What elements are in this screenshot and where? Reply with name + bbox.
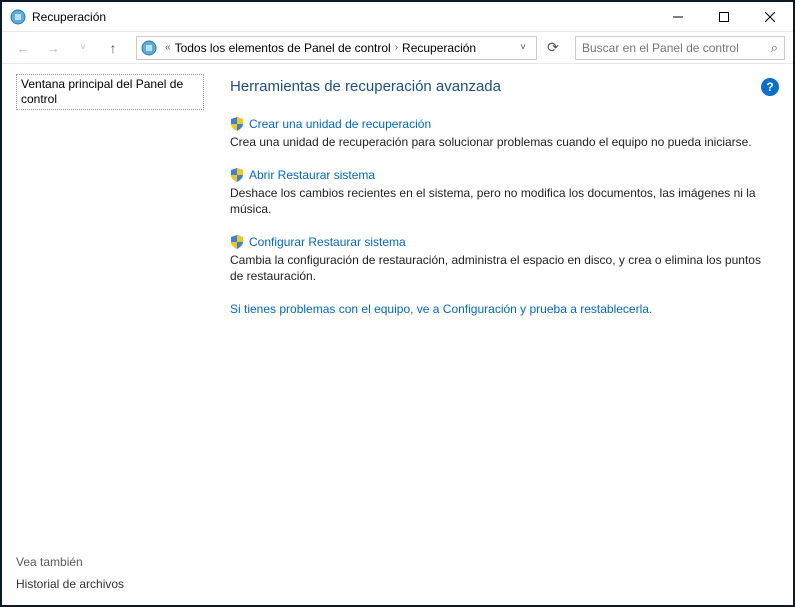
chevron-left-icon[interactable]: « bbox=[161, 42, 175, 53]
recent-locations-dropdown[interactable]: ˅ bbox=[70, 35, 96, 61]
help-button[interactable]: ? bbox=[761, 78, 779, 96]
minimize-button[interactable] bbox=[655, 2, 701, 31]
task-link-label: Configurar Restaurar sistema bbox=[249, 235, 406, 249]
search-input[interactable] bbox=[582, 41, 771, 55]
task-desc: Cambia la configuración de restauración,… bbox=[230, 252, 769, 284]
task-desc: Deshace los cambios recientes en el sist… bbox=[230, 185, 769, 217]
search-icon[interactable]: ⌕ bbox=[771, 40, 778, 56]
address-dropdown-icon[interactable]: ˅ bbox=[514, 42, 532, 53]
refresh-button[interactable]: ⟳ bbox=[541, 36, 565, 60]
address-bar[interactable]: « Todos los elementos de Panel de contro… bbox=[136, 36, 537, 60]
task-open-system-restore: Abrir Restaurar sistema Deshace los camb… bbox=[230, 168, 769, 217]
see-also-label: Vea también bbox=[16, 555, 204, 569]
control-panel-icon bbox=[141, 40, 157, 56]
page-heading: Herramientas de recuperación avanzada bbox=[230, 78, 769, 95]
task-link-create-recovery-drive[interactable]: Crear una unidad de recuperación bbox=[230, 117, 431, 131]
see-also-file-history[interactable]: Historial de archivos bbox=[16, 577, 204, 591]
task-link-label: Crear una unidad de recuperación bbox=[249, 117, 431, 131]
toolbar: ← → ˅ ↑ « Todos los elementos de Panel d… bbox=[2, 32, 793, 64]
shield-icon bbox=[230, 168, 244, 182]
task-link-label: Abrir Restaurar sistema bbox=[249, 168, 375, 182]
forward-button[interactable]: → bbox=[40, 35, 66, 61]
up-button[interactable]: ↑ bbox=[100, 35, 126, 61]
search-box[interactable]: ⌕ bbox=[575, 36, 785, 60]
shield-icon bbox=[230, 117, 244, 131]
main-panel: ? Herramientas de recuperación avanzada … bbox=[212, 64, 793, 605]
content-area: Ventana principal del Panel de control V… bbox=[2, 64, 793, 605]
maximize-button[interactable] bbox=[701, 2, 747, 31]
task-link-configure-system-restore[interactable]: Configurar Restaurar sistema bbox=[230, 235, 406, 249]
task-create-recovery-drive: Crear una unidad de recuperación Crea un… bbox=[230, 117, 769, 150]
control-panel-icon bbox=[10, 9, 26, 25]
chevron-right-icon[interactable]: › bbox=[391, 42, 402, 53]
window-controls bbox=[655, 2, 793, 31]
task-configure-system-restore: Configurar Restaurar sistema Cambia la c… bbox=[230, 235, 769, 284]
back-button[interactable]: ← bbox=[10, 35, 36, 61]
footer-settings-link[interactable]: Si tienes problemas con el equipo, ve a … bbox=[230, 302, 769, 316]
task-desc: Crea una unidad de recuperación para sol… bbox=[230, 134, 769, 150]
sidebar-main-link[interactable]: Ventana principal del Panel de control bbox=[16, 74, 204, 110]
sidebar: Ventana principal del Panel de control V… bbox=[2, 64, 212, 605]
breadcrumb-root[interactable]: Todos los elementos de Panel de control bbox=[175, 41, 391, 55]
window-title: Recuperación bbox=[32, 10, 655, 24]
shield-icon bbox=[230, 235, 244, 249]
titlebar: Recuperación bbox=[2, 2, 793, 32]
task-link-open-system-restore[interactable]: Abrir Restaurar sistema bbox=[230, 168, 375, 182]
close-button[interactable] bbox=[747, 2, 793, 31]
breadcrumb-current[interactable]: Recuperación bbox=[402, 41, 476, 55]
